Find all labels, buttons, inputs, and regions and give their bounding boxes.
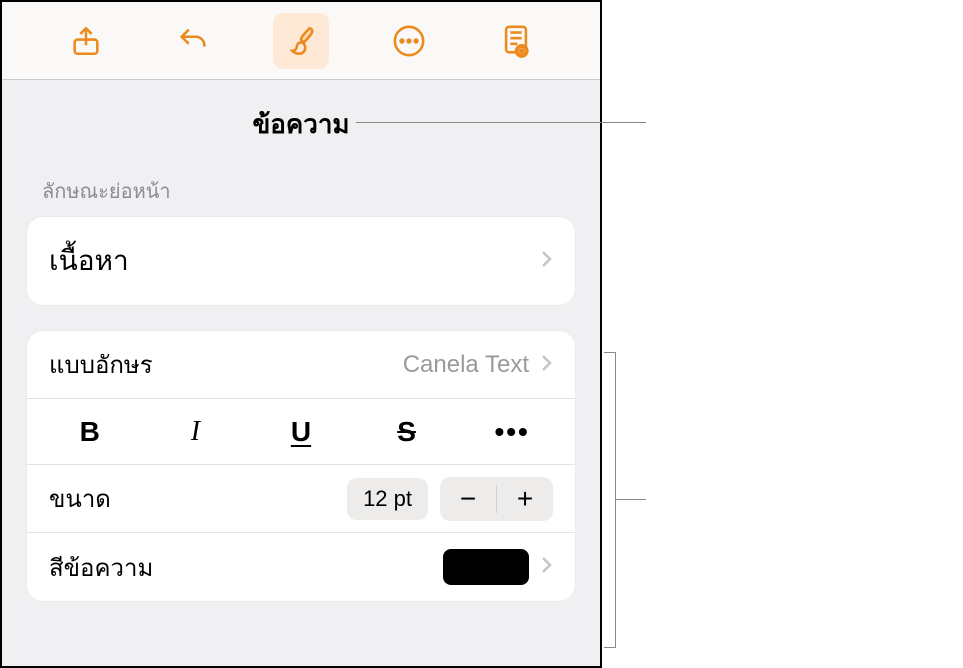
callout-stub: [616, 499, 646, 500]
size-value-button[interactable]: 12 pt: [347, 478, 428, 520]
chevron-right-icon: [541, 352, 553, 378]
strikethrough-button[interactable]: S: [354, 399, 460, 464]
size-decrease-button[interactable]: −: [440, 477, 496, 521]
format-brush-button[interactable]: [273, 13, 329, 69]
panel-title: ข้อความ: [2, 80, 600, 175]
text-color-row[interactable]: สีข้อความ: [27, 533, 575, 601]
paragraph-style-row[interactable]: เนื้อหา: [27, 217, 575, 305]
more-styles-button[interactable]: •••: [459, 399, 565, 464]
more-button[interactable]: [381, 13, 437, 69]
size-label: ขนาด: [49, 479, 111, 518]
font-row[interactable]: แบบอักษร Canela Text: [27, 331, 575, 399]
callout-line: [356, 122, 646, 123]
paragraph-style-section-label: ลักษณะย่อหน้า: [2, 175, 600, 217]
size-increase-button[interactable]: +: [497, 477, 553, 521]
undo-button[interactable]: [165, 13, 221, 69]
text-style-row: B I U S •••: [27, 399, 575, 465]
text-color-label: สีข้อความ: [49, 548, 153, 587]
format-panel: ข้อความ ลักษณะย่อหน้า เนื้อหา แบบอักษร C…: [0, 0, 602, 668]
paragraph-style-card: เนื้อหา: [27, 217, 575, 305]
font-label: แบบอักษร: [49, 345, 153, 384]
underline-button[interactable]: U: [248, 399, 354, 464]
toolbar: [2, 2, 600, 80]
callout-bracket: [604, 352, 616, 648]
italic-button[interactable]: I: [143, 399, 249, 464]
share-button[interactable]: [58, 13, 114, 69]
font-value: Canela Text: [403, 351, 529, 379]
bold-button[interactable]: B: [37, 399, 143, 464]
color-swatch[interactable]: [443, 549, 529, 585]
paragraph-style-value: เนื้อหา: [49, 239, 129, 283]
size-stepper: − +: [440, 477, 553, 521]
document-view-button[interactable]: [488, 13, 544, 69]
chevron-right-icon: [541, 248, 553, 274]
chevron-right-icon: [541, 554, 553, 580]
font-card: แบบอักษร Canela Text B I U S ••• ขนาด 12…: [27, 331, 575, 601]
size-row: ขนาด 12 pt − +: [27, 465, 575, 533]
